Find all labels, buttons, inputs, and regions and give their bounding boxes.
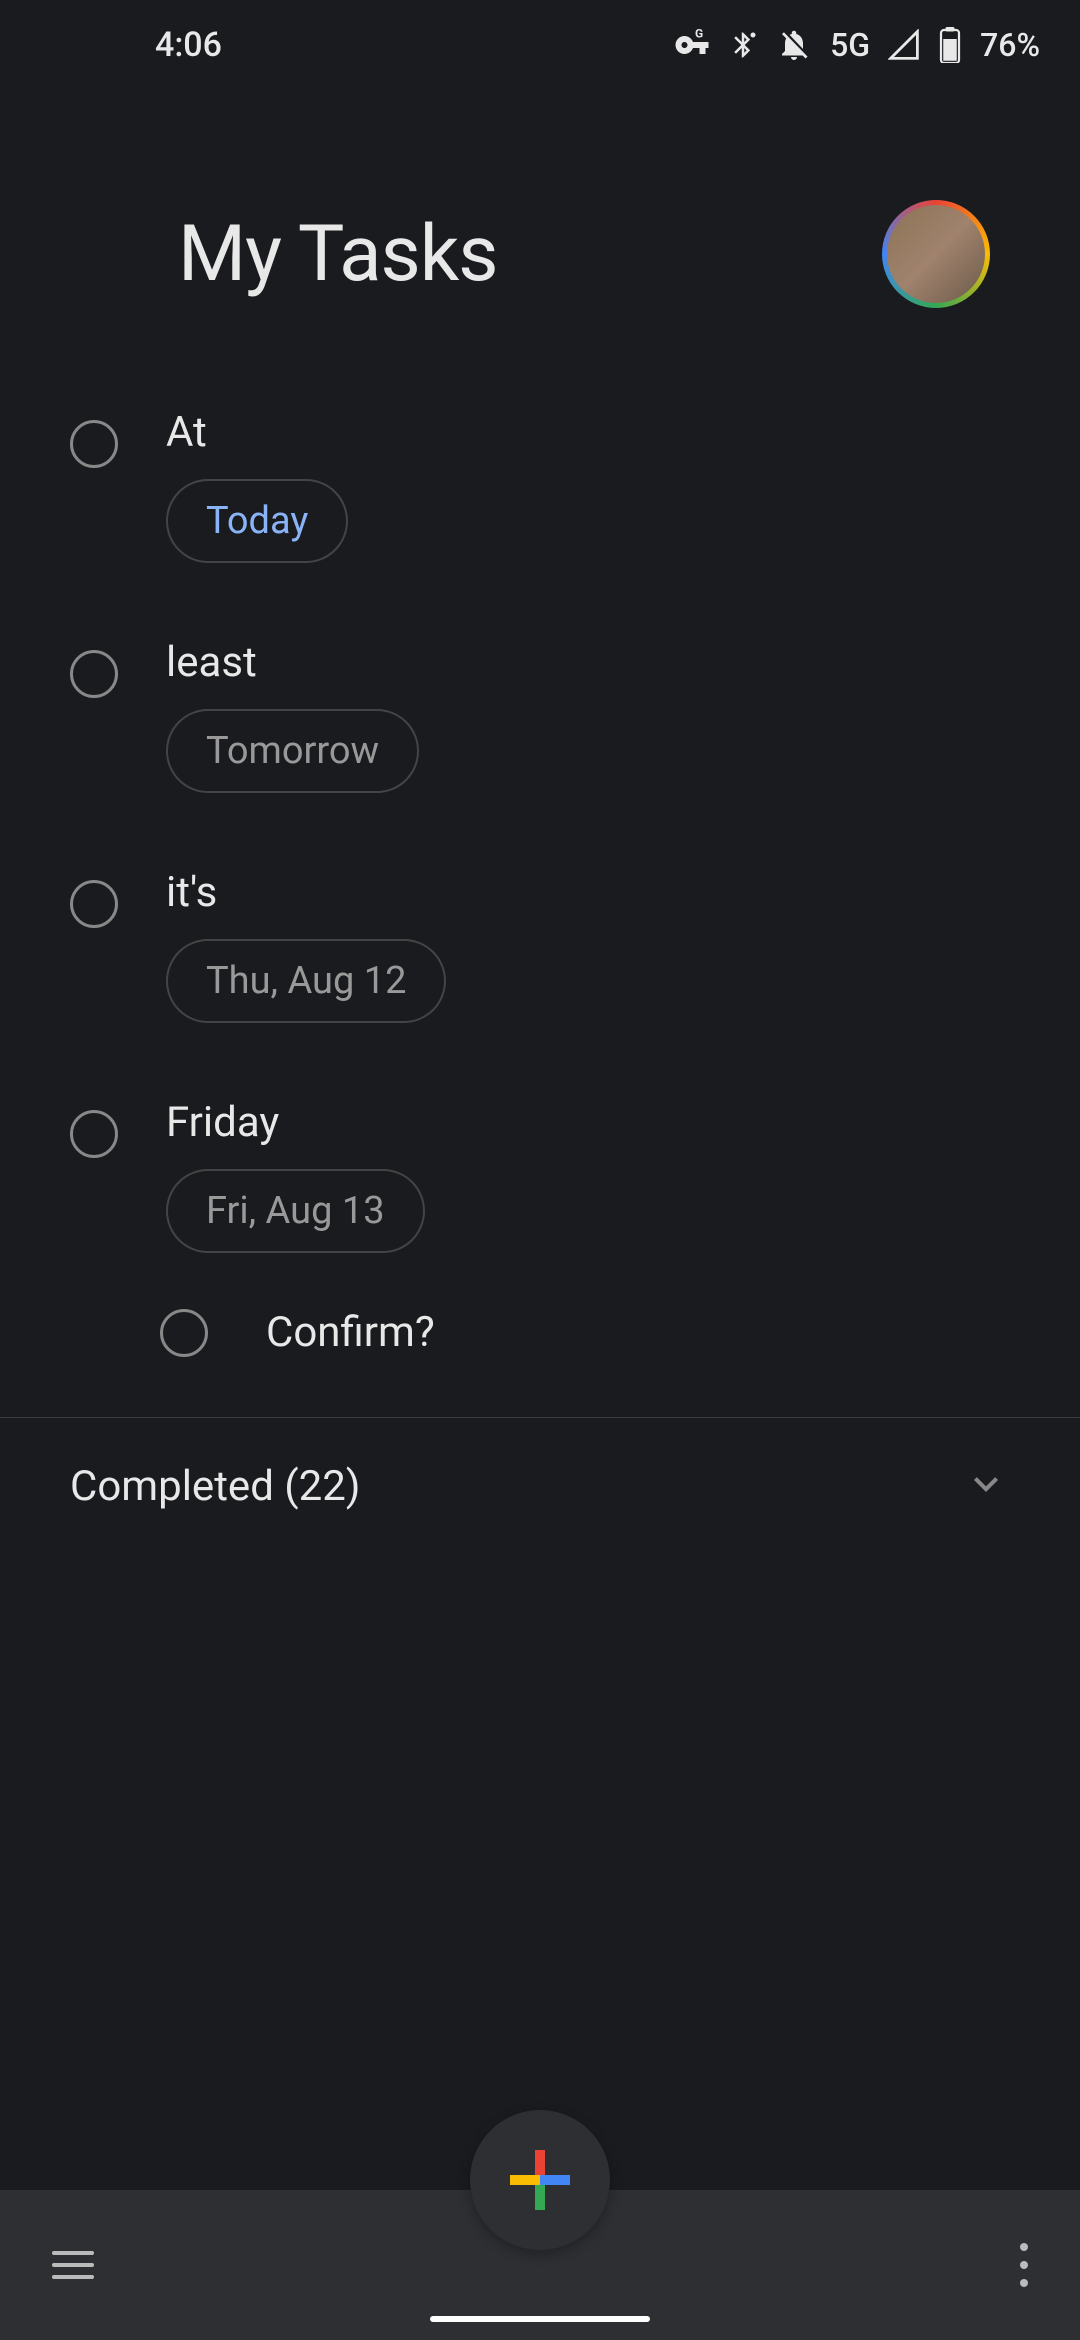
- page-title: My Tasks: [178, 209, 498, 300]
- subtask-checkbox[interactable]: [160, 1309, 208, 1357]
- task-checkbox[interactable]: [70, 880, 118, 928]
- date-chip[interactable]: Thu, Aug 12: [166, 939, 446, 1023]
- task-checkbox[interactable]: [70, 1110, 118, 1158]
- more-icon[interactable]: [1020, 2243, 1028, 2287]
- task-content: least Tomorrow: [166, 638, 1010, 793]
- bluetooth-icon: [728, 30, 758, 60]
- battery-percentage: 76%: [980, 26, 1040, 64]
- task-item[interactable]: least Tomorrow: [0, 618, 1080, 848]
- svg-text:G: G: [695, 27, 703, 41]
- dnd-icon: [776, 27, 812, 63]
- task-title: At: [166, 408, 1010, 457]
- battery-icon: [938, 27, 962, 63]
- date-chip[interactable]: Tomorrow: [166, 709, 419, 793]
- status-bar: 4:06 G 5G: [0, 0, 1080, 90]
- avatar[interactable]: [882, 200, 990, 308]
- task-content: it's Thu, Aug 12: [166, 868, 1010, 1023]
- task-title: it's: [166, 868, 1010, 917]
- signal-icon: [888, 29, 920, 61]
- nav-indicator[interactable]: [430, 2316, 650, 2322]
- task-list: At Today least Tomorrow it's Thu, Aug 12…: [0, 348, 1080, 1387]
- date-chip[interactable]: Today: [166, 479, 348, 563]
- subtask-item[interactable]: Confirm?: [0, 1308, 1080, 1387]
- task-title: least: [166, 638, 1010, 687]
- plus-icon: [510, 2150, 570, 2210]
- task-content: At Today: [166, 408, 1010, 563]
- chevron-down-icon: [962, 1460, 1010, 1512]
- task-title: Friday: [166, 1098, 1010, 1147]
- status-icons: G 5G 76%: [674, 26, 1040, 64]
- task-checkbox[interactable]: [70, 420, 118, 468]
- add-task-button[interactable]: [470, 2110, 610, 2250]
- task-item[interactable]: Friday Fri, Aug 13: [0, 1078, 1080, 1308]
- menu-icon[interactable]: [52, 2251, 94, 2279]
- completed-section[interactable]: Completed (22): [0, 1418, 1080, 1554]
- task-item[interactable]: At Today: [0, 388, 1080, 618]
- task-item[interactable]: it's Thu, Aug 12: [0, 848, 1080, 1078]
- date-chip[interactable]: Fri, Aug 13: [166, 1169, 425, 1253]
- subtask-title: Confirm?: [266, 1308, 435, 1357]
- task-checkbox[interactable]: [70, 650, 118, 698]
- completed-label: Completed (22): [70, 1462, 361, 1511]
- header: My Tasks: [0, 90, 1080, 348]
- task-content: Friday Fri, Aug 13: [166, 1098, 1010, 1253]
- vpn-key-icon: G: [674, 27, 710, 63]
- status-time: 4:06: [40, 25, 222, 65]
- network-label: 5G: [830, 26, 870, 64]
